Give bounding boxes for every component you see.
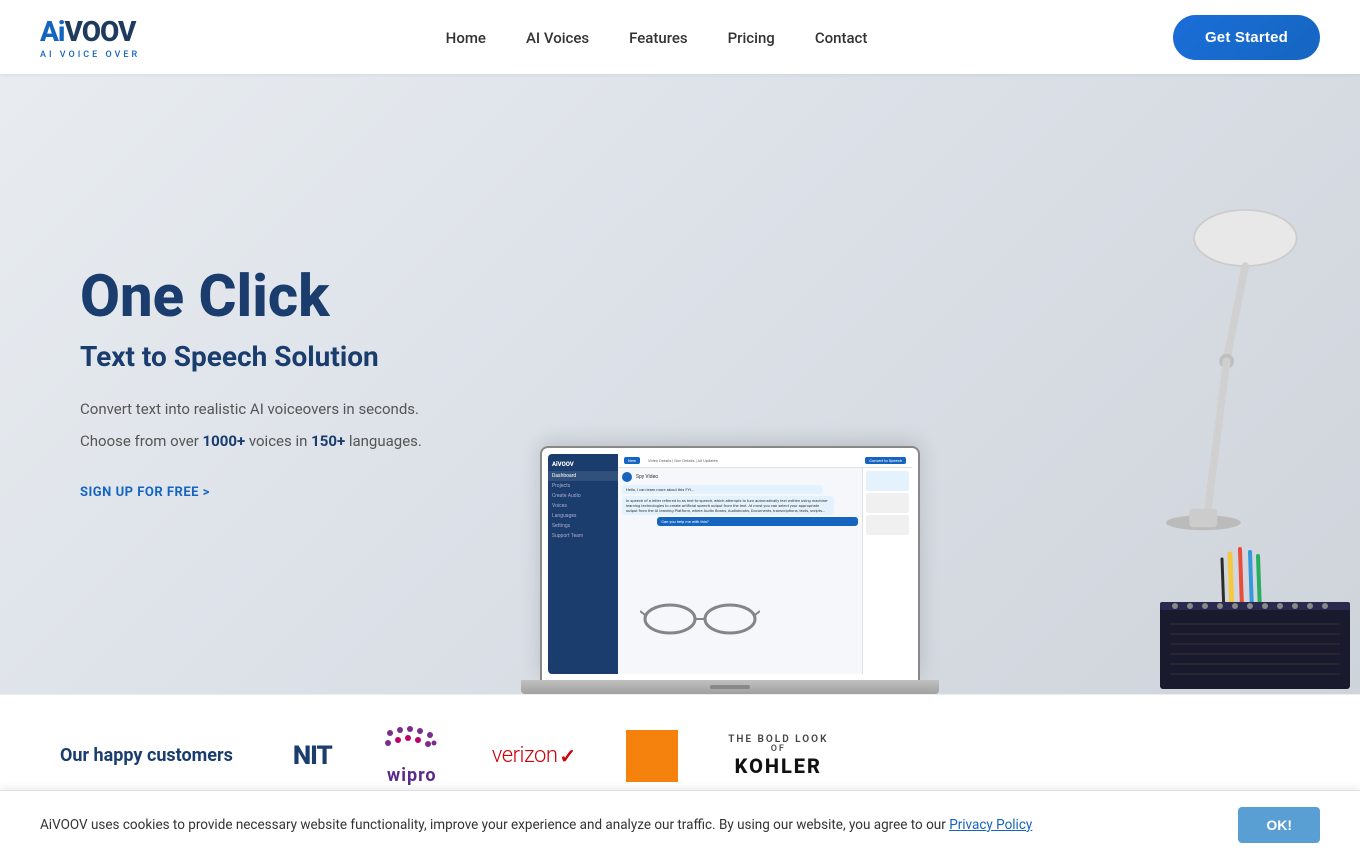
app-sidebar-support: Support Team [548,531,618,541]
logo-verizon: verizon ✓ [492,743,576,768]
hero-desc-mid: voices in [245,432,311,450]
privacy-policy-link[interactable]: Privacy Policy [949,817,1032,833]
app-sidebar-logo: AiVOOV [548,458,618,471]
nav-contact[interactable]: Contact [815,29,868,47]
app-username: Spy Video [636,474,658,480]
app-sidebar: AiVOOV Dashboard Projects Create Audio V… [548,454,618,674]
app-sidebar-create: Create Audio [548,491,618,501]
customers-logos: NIT wipro verizon ✓ [293,725,1300,786]
app-panel-item-1 [866,471,909,491]
app-panel-item-2 [866,493,909,513]
logo-wipro: wipro [382,725,442,786]
glasses-icon [640,599,760,639]
logo-voov: VOOV [65,15,136,48]
nav-features[interactable]: Features [629,29,687,47]
app-topbar: New Video Details | Doc Details | All Up… [618,454,912,468]
hero-languages-count: 150+ [311,432,345,450]
hero-cta-link[interactable]: SIGN UP FOR FREE > [80,485,210,501]
logo-orange-company [626,730,678,782]
hero-subtitle: Text to Speech Solution [80,340,422,373]
cookie-banner: AiVOOV uses cookies to provide necessary… [0,790,1360,859]
nav-pricing[interactable]: Pricing [728,29,775,47]
app-sidebar-projects: Projects [548,481,618,491]
app-topbar-new: New [624,457,640,464]
hero-image-area: AiVOOV Dashboard Projects Create Audio V… [460,74,1360,694]
hero-desc-prefix: Choose from over [80,432,203,450]
app-sidebar-voices: Voices [548,501,618,511]
verizon-check-icon: ✓ [559,744,576,768]
hero-voices-count: 1000+ [203,432,246,450]
desk-lamp-icon [1020,154,1340,574]
chat-bubble-2: In speech of a letter referred to as tex… [622,496,834,515]
app-convert-btn: Convert to Speech [865,457,906,464]
nav-home[interactable]: Home [446,29,486,47]
customers-label: Our happy customers [60,745,233,766]
laptop-screen: AiVOOV Dashboard Projects Create Audio V… [540,446,920,680]
laptop-screen-inner: AiVOOV Dashboard Projects Create Audio V… [548,454,912,674]
logo-ai: Ai [40,15,65,48]
navbar: AiVOOV AI VOICE OVER Home AI Voices Feat… [0,0,1360,74]
cookie-text-content: AiVOOV uses cookies to provide necessary… [40,817,949,833]
hero-desc-1: Convert text into realistic AI voiceover… [80,397,422,421]
app-user-avatar [622,472,632,482]
hero-title: One Click [80,267,422,328]
app-sidebar-settings: Settings [548,521,618,531]
hero-content: One Click Text to Speech Solution Conver… [0,207,502,561]
wipro-dots-icon [382,725,442,765]
cookie-ok-button[interactable]: OK! [1238,807,1320,843]
laptop-base [521,680,939,694]
app-right-panel [862,468,912,674]
hero-desc-2: Choose from over 1000+ voices in 150+ la… [80,429,422,453]
app-panel-item-3 [866,515,909,535]
notebook-icon [1160,594,1360,694]
app-sidebar-dashboard: Dashboard [548,471,618,481]
nav-links: Home AI Voices Features Pricing Contact [446,28,868,47]
laptop-notch [710,685,750,689]
cookie-text: AiVOOV uses cookies to provide necessary… [40,815,1032,835]
app-content: Spy Video Hello, I can learn more about … [618,468,912,674]
app-chat-area: Spy Video Hello, I can learn more about … [618,468,862,674]
app-sidebar-languages: Languages [548,511,618,521]
logo-nit: NIT [293,741,332,771]
verizon-text: verizon [492,743,558,768]
get-started-button[interactable]: Get Started [1173,15,1320,60]
hero-desc-suffix: languages. [345,432,422,450]
hero-section: One Click Text to Speech Solution Conver… [0,74,1360,694]
wipro-text: wipro [387,765,437,786]
app-user-row: Spy Video [622,472,858,482]
app-main: New Video Details | Doc Details | All Up… [618,454,912,674]
chat-bubble-user: Can you help me with this? [657,517,858,526]
logo-kohler: THE BOLD LOOK OF KOHLER [728,734,828,777]
logo-subtitle: AI VOICE OVER [40,50,140,60]
logo[interactable]: AiVOOV AI VOICE OVER [40,15,140,60]
nav-ai-voices[interactable]: AI Voices [526,29,589,47]
chat-bubble-1: Hello, I can learn more about this FYI..… [622,485,823,494]
kohler-name: KOHLER [728,755,828,777]
laptop-mockup: AiVOOV Dashboard Projects Create Audio V… [540,446,920,694]
app-ui: AiVOOV Dashboard Projects Create Audio V… [548,454,912,674]
